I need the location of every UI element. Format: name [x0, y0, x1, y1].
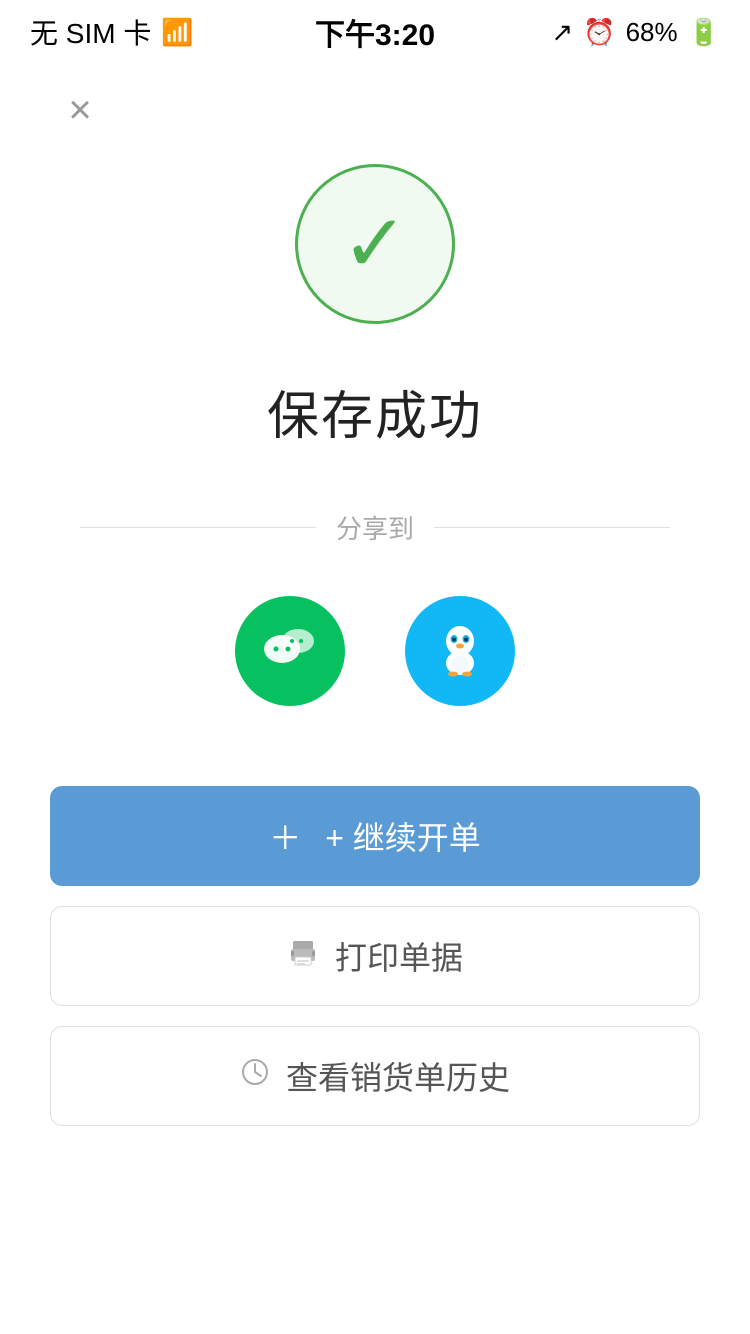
continue-label: + 继续开单: [325, 813, 481, 859]
alarm-icon: ⏰: [583, 17, 615, 48]
history-button[interactable]: 查看销货单历史: [50, 1026, 700, 1126]
battery-text: 68%: [626, 17, 678, 48]
location-icon: ↗: [551, 17, 573, 48]
qq-share-button[interactable]: [405, 596, 515, 706]
share-divider: 分享到: [0, 509, 750, 546]
continue-button[interactable]: ＋ + 继续开单: [50, 786, 700, 886]
success-circle: ✓: [295, 164, 455, 324]
checkmark-icon: ✓: [341, 204, 408, 284]
sim-text: 无 SIM 卡: [30, 12, 151, 52]
action-buttons: ＋ + 继续开单 打印单据: [0, 786, 750, 1126]
history-label: 查看销货单历史: [286, 1053, 510, 1099]
main-content: ✓ 保存成功 分享到: [0, 64, 750, 1126]
status-time: 下午3:20: [315, 10, 435, 54]
clock-icon: [240, 1057, 270, 1095]
success-title: 保存成功: [267, 374, 483, 449]
printer-icon: [287, 937, 319, 976]
print-label: 打印单据: [335, 933, 463, 979]
status-left: 无 SIM 卡 📶: [30, 12, 194, 52]
qq-icon: [430, 621, 490, 681]
close-icon: ×: [68, 90, 91, 130]
plus-icon: ＋: [269, 813, 301, 859]
wechat-icon: [260, 621, 320, 681]
close-button[interactable]: ×: [50, 80, 110, 140]
print-button[interactable]: 打印单据: [50, 906, 700, 1006]
wifi-icon: 📶: [161, 17, 193, 48]
divider-right: [434, 527, 670, 528]
share-icons: [235, 596, 515, 706]
share-label: 分享到: [316, 509, 434, 546]
battery-icon: 🔋: [688, 17, 720, 48]
divider-left: [80, 527, 316, 528]
status-bar: 无 SIM 卡 📶 下午3:20 ↗ ⏰ 68% 🔋: [0, 0, 750, 64]
wechat-share-button[interactable]: [235, 596, 345, 706]
status-right: ↗ ⏰ 68% 🔋: [551, 17, 720, 48]
